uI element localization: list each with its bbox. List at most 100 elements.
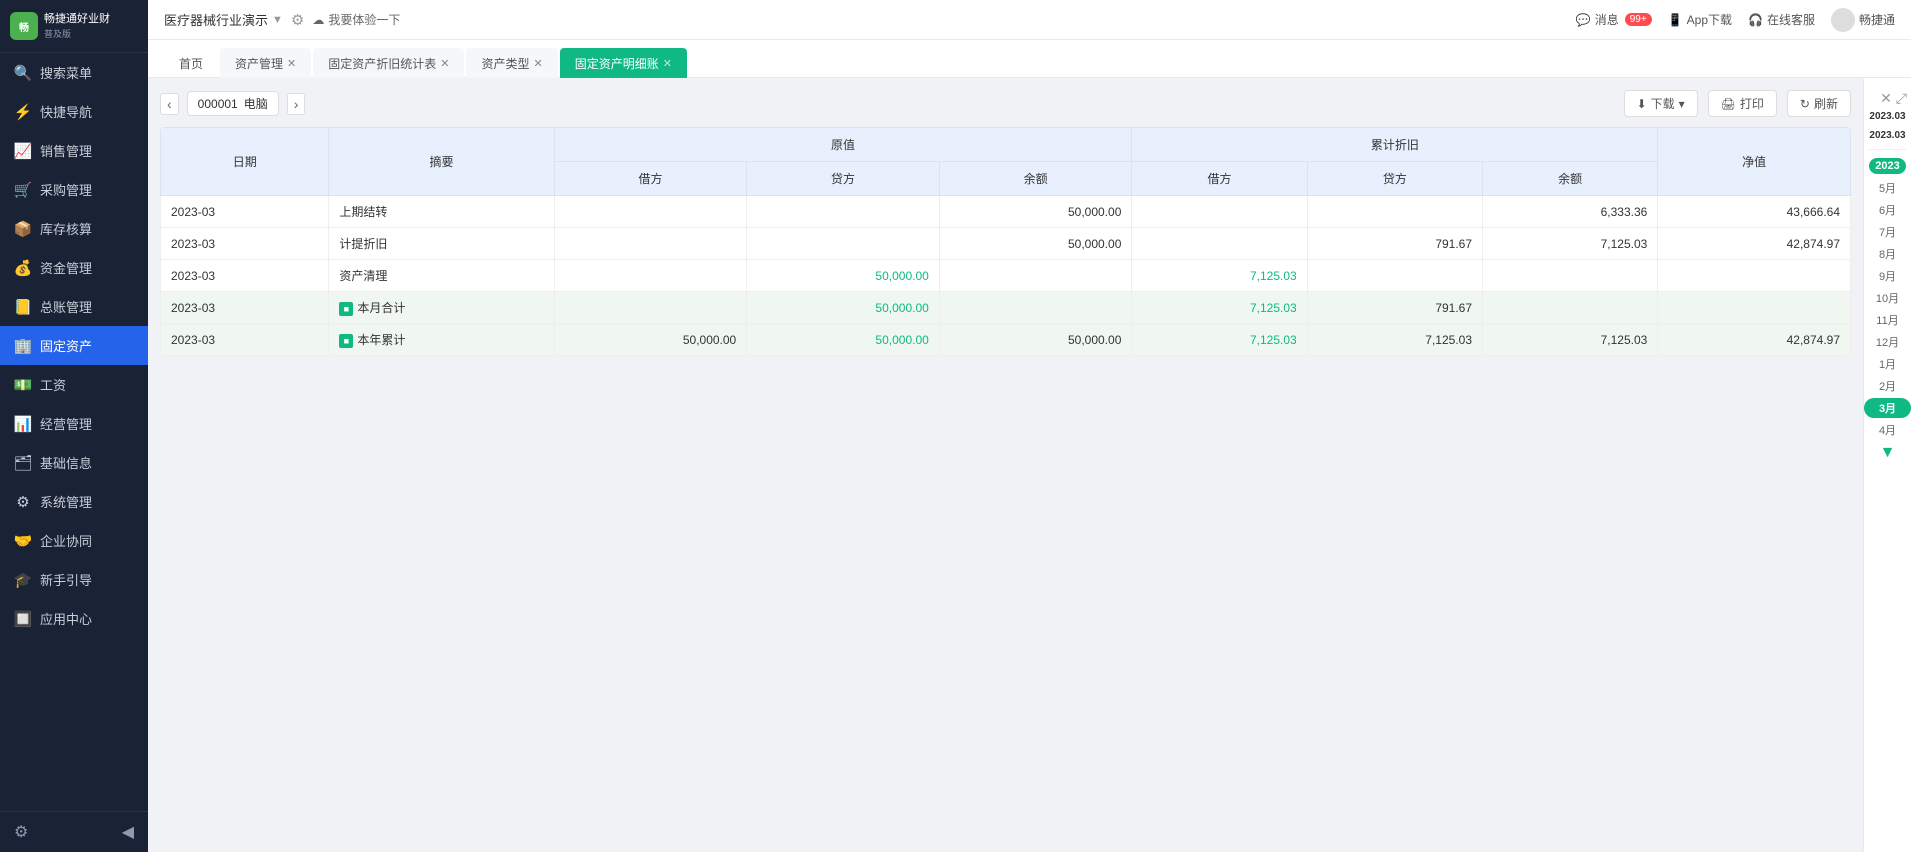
month-item[interactable]: 6月	[1864, 200, 1911, 220]
refresh-button[interactable]: ↻ 刷新	[1787, 90, 1851, 117]
record-badge: 000001 电脑	[187, 91, 279, 116]
operations-icon: 📊	[14, 415, 32, 433]
user-name: 畅捷通	[1859, 11, 1895, 28]
th-summary: 摘要	[329, 128, 554, 196]
inventory-icon: 📦	[14, 220, 32, 238]
sidebar-item-sales[interactable]: 📈 销售管理	[0, 131, 148, 170]
print-button[interactable]: 🖨 打印	[1708, 90, 1777, 117]
sidebar-item-basics[interactable]: 🗂 基础信息	[0, 443, 148, 482]
month-item[interactable]: 2月	[1864, 376, 1911, 396]
td-date: 2023-03	[161, 292, 329, 324]
month-item[interactable]: 12月	[1864, 332, 1911, 352]
tab-asset-mgmt-close[interactable]: ✕	[287, 57, 296, 70]
sidebar-item-label: 销售管理	[40, 141, 92, 160]
tab-asset-type-close[interactable]: ✕	[534, 57, 543, 70]
tab-depreciation-close[interactable]: ✕	[440, 57, 449, 70]
month-item[interactable]: 4月	[1864, 420, 1911, 440]
app-download-button[interactable]: 📱 App下载	[1668, 11, 1732, 28]
tab-asset-mgmt-label: 资产管理	[235, 55, 283, 72]
table-row[interactable]: 2023-03 ■本月合计 50,000.00 7,125.03 791.67	[161, 292, 1851, 324]
sidebar-item-apps[interactable]: 🔲 应用中心	[0, 599, 148, 638]
user-profile[interactable]: 畅捷通	[1831, 8, 1895, 32]
month-item[interactable]: 9月	[1864, 266, 1911, 286]
th-acc-credit: 贷方	[1307, 162, 1482, 196]
sidebar-item-label: 搜索菜单	[40, 63, 92, 82]
app-name: 畅捷通好业财	[44, 12, 110, 26]
td-acc-credit: 791.67	[1307, 292, 1482, 324]
td-acc-balance: 6,333.36	[1483, 196, 1658, 228]
month-item[interactable]: 1月	[1864, 354, 1911, 374]
sidebar-item-ledger[interactable]: 📒 总账管理	[0, 287, 148, 326]
th-acc-dep: 累计折旧	[1132, 128, 1658, 162]
sidebar-item-fixed-assets[interactable]: 🏢 固定资产	[0, 326, 148, 365]
th-acc-balance: 余额	[1483, 162, 1658, 196]
close-panel-icon[interactable]: ✕	[1880, 90, 1892, 107]
sidebar-item-system[interactable]: ⚙ 系统管理	[0, 482, 148, 521]
next-record-button[interactable]: ›	[287, 93, 306, 115]
fixed-assets-icon: 🏢	[14, 337, 32, 355]
right-panel: ✕ ⤢ 2023.032023.0320235月6月7月8月9月10月11月12…	[1863, 78, 1911, 852]
settings-button[interactable]: ⚙	[14, 822, 28, 842]
table-wrapper: 日期 摘要 原值 累计折旧 净值 借方 贷方 余额 借方 贷方 余额	[160, 127, 1851, 356]
td-net-value	[1658, 260, 1851, 292]
month-item[interactable]: 11月	[1864, 310, 1911, 330]
phone-icon: 📱	[1668, 13, 1683, 27]
experience-button[interactable]: ☁ 我要体验一下	[312, 11, 400, 28]
current-year-badge[interactable]: 2023	[1869, 158, 1905, 174]
table-row[interactable]: 2023-03 ■本年累计 50,000.00 50,000.00 50,000…	[161, 324, 1851, 356]
sidebar-item-purchase[interactable]: 🛒 采购管理	[0, 170, 148, 209]
sidebar-item-inventory[interactable]: 📦 库存核算	[0, 209, 148, 248]
sidebar-item-label: 应用中心	[40, 609, 92, 628]
tab-asset-type[interactable]: 资产类型 ✕	[466, 48, 557, 78]
sales-icon: 📈	[14, 142, 32, 160]
sidebar-item-payroll[interactable]: 💵 工资	[0, 365, 148, 404]
month-item[interactable]: 10月	[1864, 288, 1911, 308]
messages-button[interactable]: 💬 消息 99+	[1576, 11, 1652, 28]
app-logo-icon: 畅	[10, 12, 38, 40]
ledger-icon: 📒	[14, 298, 32, 316]
download-dropdown-icon: ▾	[1679, 97, 1685, 111]
th-date: 日期	[161, 128, 329, 196]
tab-asset-detail-close[interactable]: ✕	[663, 57, 672, 70]
sidebar-item-finance[interactable]: 💰 资金管理	[0, 248, 148, 287]
sidebar-item-quick-nav[interactable]: ⚡ 快捷导航	[0, 92, 148, 131]
expand-panel-icon[interactable]: ⤢	[1896, 90, 1907, 107]
download-label: 下载	[1651, 95, 1675, 112]
td-balance: 50,000.00	[939, 196, 1132, 228]
table-row[interactable]: 2023-03 资产清理 50,000.00 7,125.03	[161, 260, 1851, 292]
tab-home[interactable]: 首页	[164, 48, 218, 78]
tab-depreciation[interactable]: 固定资产折旧统计表 ✕	[313, 48, 464, 78]
sidebar-item-guide[interactable]: 🎓 新手引导	[0, 560, 148, 599]
payroll-icon: 💵	[14, 376, 32, 394]
td-summary: 上期结转	[329, 196, 554, 228]
collapse-button[interactable]: ◀	[122, 822, 134, 842]
sidebar-item-operations[interactable]: 📊 经营管理	[0, 404, 148, 443]
table-row[interactable]: 2023-03 计提折旧 50,000.00 791.67 7,125.03 4…	[161, 228, 1851, 260]
settings-gear-icon[interactable]: ⚙	[291, 11, 304, 29]
sidebar-item-search[interactable]: 🔍 搜索菜单	[0, 53, 148, 92]
td-credit: 50,000.00	[747, 292, 940, 324]
tab-asset-detail-label: 固定资产明细账	[575, 55, 659, 72]
tab-asset-mgmt[interactable]: 资产管理 ✕	[220, 48, 311, 78]
month-item[interactable]: 8月	[1864, 244, 1911, 264]
refresh-icon: ↻	[1800, 97, 1810, 111]
td-summary: ■本月合计	[329, 292, 554, 324]
sidebar-item-collab[interactable]: 🤝 企业协同	[0, 521, 148, 560]
print-label: 打印	[1740, 95, 1764, 112]
download-button[interactable]: ⬇ 下载 ▾	[1624, 90, 1698, 117]
scroll-down-icon[interactable]: ▼	[1880, 444, 1896, 462]
customer-service-button[interactable]: 🎧 在线客服	[1748, 11, 1815, 28]
prev-record-button[interactable]: ‹	[160, 93, 179, 115]
month-item[interactable]: 5月	[1864, 178, 1911, 198]
company-selector[interactable]: 医疗器械行业演示 ▼	[164, 10, 283, 29]
td-net-value: 42,874.97	[1658, 228, 1851, 260]
month-item[interactable]: 7月	[1864, 222, 1911, 242]
sidebar-item-label: 总账管理	[40, 297, 92, 316]
sidebar-item-label: 资金管理	[40, 258, 92, 277]
td-date: 2023-03	[161, 228, 329, 260]
td-acc-credit	[1307, 260, 1482, 292]
table-row[interactable]: 2023-03 上期结转 50,000.00 6,333.36 43,666.6…	[161, 196, 1851, 228]
headset-icon: 🎧	[1748, 13, 1763, 27]
tab-asset-detail[interactable]: 固定资产明细账 ✕	[560, 48, 687, 78]
month-item[interactable]: 3月	[1864, 398, 1911, 418]
